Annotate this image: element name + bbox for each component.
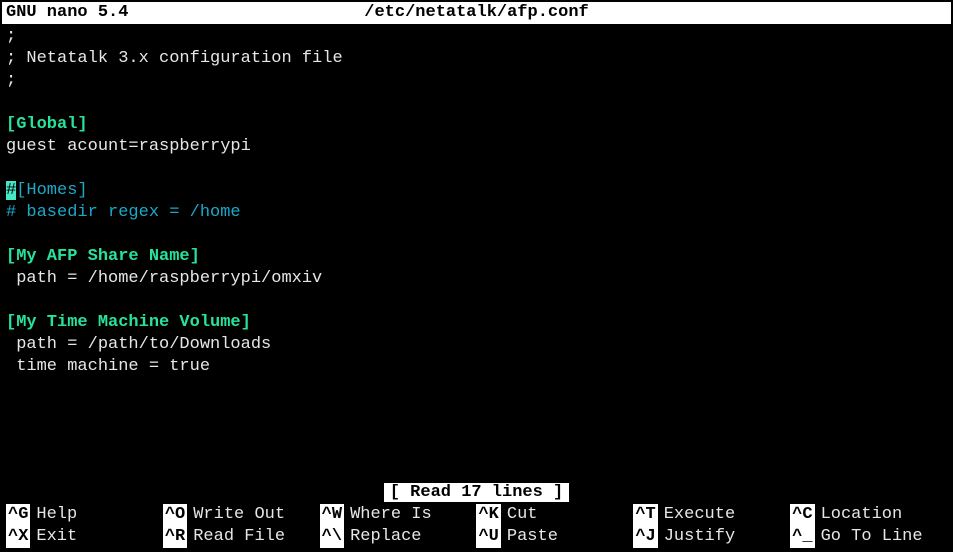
shortcut-key: ^G <box>6 504 30 526</box>
editor-line[interactable]: guest acount=raspberrypi <box>6 136 947 158</box>
shortcut-item[interactable]: ^K Cut <box>476 504 633 526</box>
shortcut-label: Read File <box>193 526 285 548</box>
shortcut-key: ^_ <box>790 526 814 548</box>
shortcut-label: Where Is <box>350 504 432 526</box>
shortcut-key: ^U <box>476 526 500 548</box>
file-path: /etc/netatalk/afp.conf <box>364 2 588 24</box>
text-segment: [My AFP Share Name] <box>6 247 200 266</box>
text-segment: ; <box>6 27 16 46</box>
shortcut-bar: ^G Help ^O Write Out ^W Where Is ^K Cut ^T Execut… <box>2 504 951 550</box>
text-segment: # <box>6 181 16 200</box>
shortcut-item[interactable]: ^\ Replace <box>320 526 477 548</box>
text-segment: ; Netatalk 3.x configuration file <box>6 49 343 68</box>
shortcut-item[interactable]: ^C Location <box>790 504 947 526</box>
nano-titlebar: GNU nano 5.4 /etc/netatalk/afp.conf <box>2 2 951 24</box>
status-line: [ Read 17 lines ] <box>2 482 951 504</box>
text-segment: [Homes] <box>16 181 87 200</box>
editor-line[interactable]: [My Time Machine Volume] <box>6 312 947 334</box>
editor-line[interactable] <box>6 158 947 180</box>
shortcut-key: ^O <box>163 504 187 526</box>
shortcut-item[interactable]: ^R Read File <box>163 526 320 548</box>
editor-line[interactable]: #[Homes] <box>6 180 947 202</box>
text-segment: guest acount=raspberrypi <box>6 137 251 156</box>
shortcut-item[interactable]: ^G Help <box>6 504 163 526</box>
shortcut-label: Location <box>821 504 903 526</box>
editor-line[interactable] <box>6 92 947 114</box>
text-segment: time machine = true <box>6 357 210 376</box>
shortcut-key: ^X <box>6 526 30 548</box>
shortcut-label: Replace <box>350 526 421 548</box>
shortcut-item[interactable]: ^J Justify <box>633 526 790 548</box>
shortcut-item[interactable]: ^X Exit <box>6 526 163 548</box>
editor-line[interactable]: ; <box>6 26 947 48</box>
shortcut-label: Execute <box>664 504 735 526</box>
editor-line[interactable]: ; Netatalk 3.x configuration file <box>6 48 947 70</box>
shortcut-label: Exit <box>36 526 77 548</box>
shortcut-label: Paste <box>507 526 558 548</box>
text-segment: [My Time Machine Volume] <box>6 313 251 332</box>
nano-terminal: GNU nano 5.4 /etc/netatalk/afp.conf ; ; N… <box>2 2 951 550</box>
text-segment: path = /home/raspberrypi/omxiv <box>6 269 322 288</box>
shortcut-item[interactable]: ^U Paste <box>476 526 633 548</box>
shortcut-key: ^C <box>790 504 814 526</box>
text-segment: # basedir regex = /home <box>6 203 241 222</box>
shortcut-key: ^R <box>163 526 187 548</box>
status-message: [ Read 17 lines ] <box>384 483 569 502</box>
text-segment: ; <box>6 71 16 90</box>
shortcut-item[interactable]: ^W Where Is <box>320 504 477 526</box>
shortcut-label: Cut <box>507 504 538 526</box>
editor-line[interactable] <box>6 224 947 246</box>
editor-line[interactable]: # basedir regex = /home <box>6 202 947 224</box>
shortcut-item[interactable]: ^O Write Out <box>163 504 320 526</box>
shortcut-label: Help <box>36 504 77 526</box>
shortcut-key: ^\ <box>320 526 344 548</box>
editor-line[interactable] <box>6 290 947 312</box>
text-segment: path = /path/to/Downloads <box>6 335 271 354</box>
shortcut-label: Justify <box>664 526 735 548</box>
editor-line[interactable]: time machine = true <box>6 356 947 378</box>
shortcut-key: ^W <box>320 504 344 526</box>
shortcut-item[interactable]: ^_ Go To Line <box>790 526 947 548</box>
shortcut-label: Write Out <box>193 504 285 526</box>
editor-line[interactable]: ; <box>6 70 947 92</box>
editor-area[interactable]: ; ; Netatalk 3.x configuration file; [Glob… <box>2 24 951 482</box>
shortcut-label: Go To Line <box>821 526 923 548</box>
editor-line[interactable]: path = /path/to/Downloads <box>6 334 947 356</box>
shortcut-key: ^K <box>476 504 500 526</box>
app-name: GNU nano 5.4 <box>6 2 128 24</box>
editor-line[interactable]: path = /home/raspberrypi/omxiv <box>6 268 947 290</box>
shortcut-key: ^J <box>633 526 657 548</box>
editor-line[interactable]: [My AFP Share Name] <box>6 246 947 268</box>
text-segment: [Global] <box>6 115 88 134</box>
shortcut-item[interactable]: ^T Execute <box>633 504 790 526</box>
editor-line[interactable]: [Global] <box>6 114 947 136</box>
shortcut-key: ^T <box>633 504 657 526</box>
